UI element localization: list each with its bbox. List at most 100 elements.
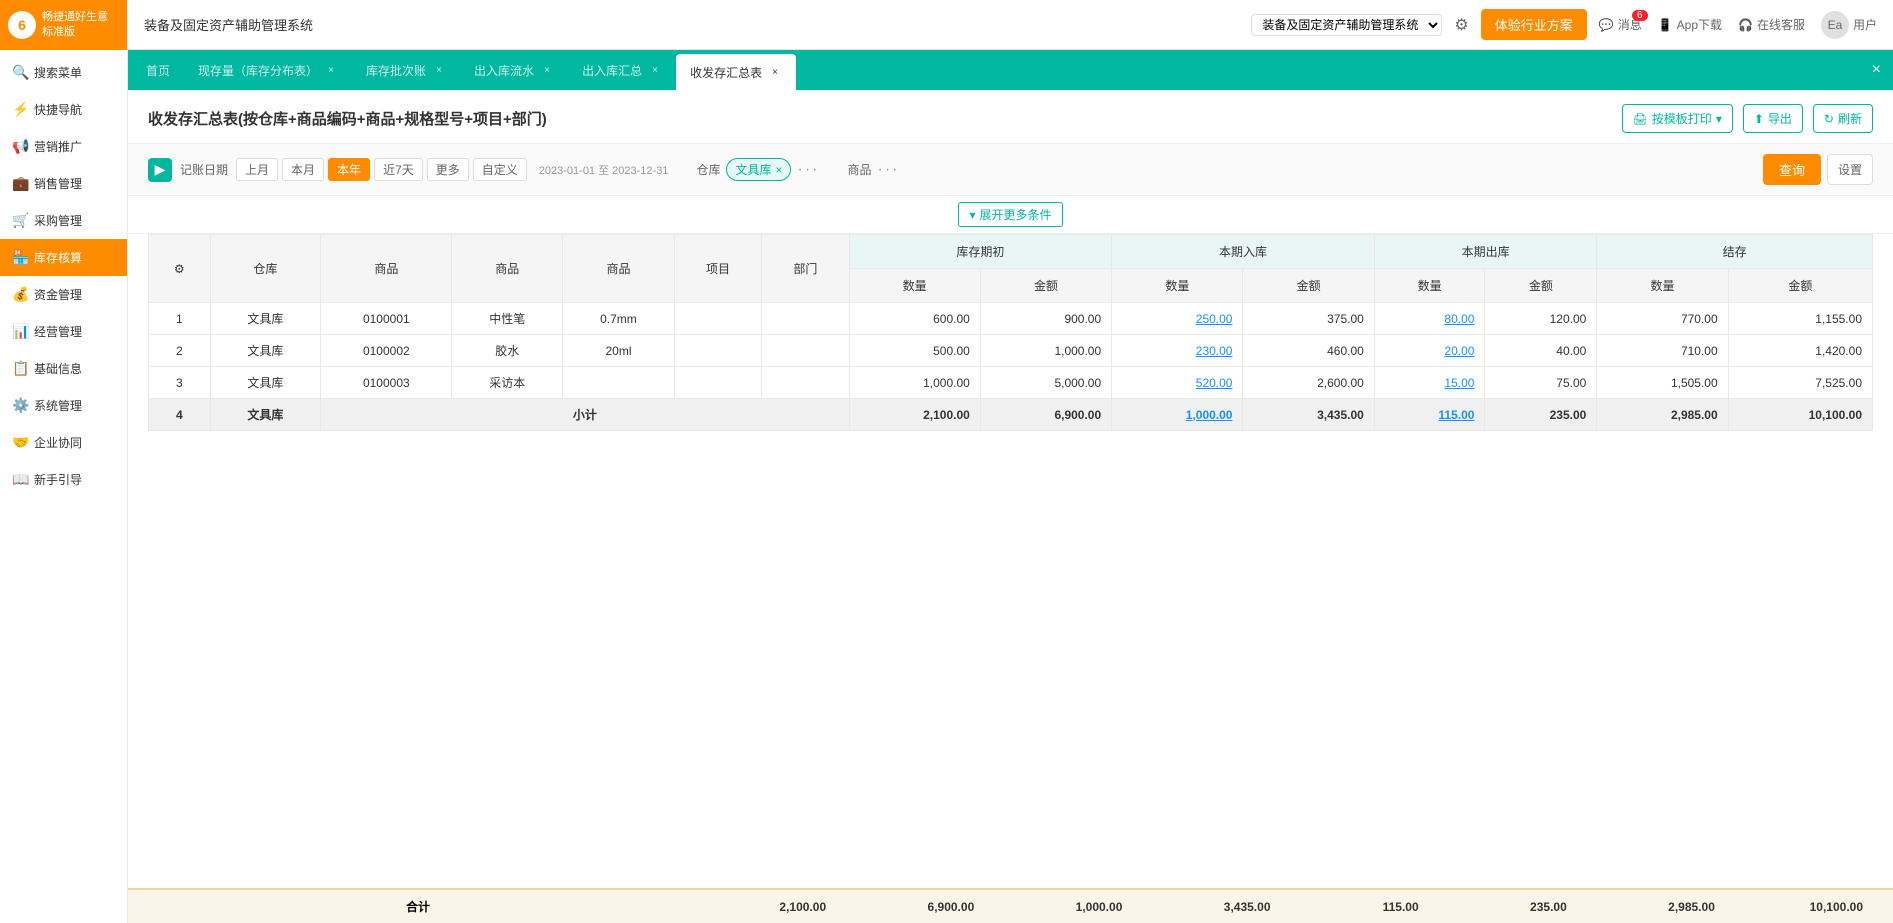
- cell-in-qty[interactable]: 250.00: [1112, 303, 1243, 335]
- date-btn-more[interactable]: 更多: [427, 158, 469, 181]
- tabbar-close-btn[interactable]: ×: [1864, 61, 1889, 79]
- date-btn-cur[interactable]: 本月: [282, 158, 324, 181]
- tabbar: 首页现存量（库存分布表）×库存批次账×出入库流水×出入库汇总×收发存汇总表××: [128, 50, 1893, 90]
- filter-right-actions: 查询 设置: [1763, 154, 1873, 185]
- message-btn[interactable]: 💬 消息 6: [1599, 16, 1642, 33]
- cell-goods-name: 采访本: [452, 367, 563, 399]
- date-buttons: 上月本月本年近7天更多自定义: [236, 158, 527, 181]
- cell-out-qty[interactable]: 15.00: [1374, 367, 1485, 399]
- th-closing: 结存: [1597, 235, 1873, 269]
- cell-open-qty: 500.00: [849, 335, 980, 367]
- tab-home[interactable]: 首页: [132, 50, 184, 90]
- subtotal-in-qty[interactable]: 1,000.00: [1112, 399, 1243, 431]
- sidebar-item-basic[interactable]: 📋基础信息: [0, 350, 127, 387]
- sidebar-item-quick[interactable]: ⚡快捷导航: [0, 91, 127, 128]
- sidebar-item-operation[interactable]: 📊经营管理: [0, 313, 127, 350]
- footer-out-qty: 115.00: [1281, 900, 1429, 914]
- tab-close-flow[interactable]: ×: [540, 63, 554, 77]
- tab-close-stock[interactable]: ×: [324, 63, 338, 77]
- table-footer: 合计 2,100.00 6,900.00 1,000.00 3,435.00 1…: [128, 888, 1893, 923]
- footer-open-amt: 6,900.00: [836, 900, 984, 914]
- date-range: 2023-01-01 至 2023-12-31: [539, 162, 669, 178]
- headset-icon: 🎧: [1738, 18, 1753, 32]
- sidebar-item-label: 快捷导航: [34, 101, 82, 118]
- goods-more-btn[interactable]: ···: [877, 161, 899, 179]
- th-settings: ⚙: [149, 235, 211, 303]
- filter-settings-btn[interactable]: 设置: [1827, 154, 1873, 185]
- sidebar-item-inventory[interactable]: 🏪库存核算: [0, 239, 127, 276]
- date-btn-last[interactable]: 上月: [236, 158, 278, 181]
- tab-batch[interactable]: 库存批次账 ×: [352, 50, 460, 90]
- tab-label-recsum: 收发存汇总表: [690, 64, 762, 81]
- warehouse-more-btn[interactable]: ···: [797, 161, 819, 179]
- export-btn[interactable]: ⬆ 导出: [1743, 104, 1803, 133]
- sidebar-item-finance[interactable]: 💰资金管理: [0, 276, 127, 313]
- tab-stock[interactable]: 现存量（库存分布表）×: [184, 50, 352, 90]
- cell-in-amt: 460.00: [1243, 335, 1374, 367]
- tab-close-batch[interactable]: ×: [432, 63, 446, 77]
- date-btn-year[interactable]: 本年: [328, 158, 370, 181]
- tab-recsum[interactable]: 收发存汇总表 ×: [676, 54, 796, 90]
- cell-close-amt: 1,155.00: [1728, 303, 1872, 335]
- warehouse-label: 仓库: [696, 161, 720, 178]
- sales-icon: 💼: [12, 175, 28, 192]
- warehouse-tag: 文具库 ×: [726, 158, 791, 181]
- tab-summary[interactable]: 出入库汇总×: [568, 50, 676, 90]
- subtotal-no: 4: [149, 399, 211, 431]
- th-open-qty: 数量: [849, 269, 980, 303]
- print-btn[interactable]: 🖨 按模板打印 ▾: [1622, 104, 1733, 133]
- app-download-btn[interactable]: 📱 App下载: [1658, 16, 1722, 33]
- footer-open-qty: 2,100.00: [688, 900, 836, 914]
- tab-label-batch: 库存批次账: [366, 62, 426, 79]
- sidebar-item-collab[interactable]: 🤝企业协同: [0, 424, 127, 461]
- cell-in-amt: 375.00: [1243, 303, 1374, 335]
- online-service-btn[interactable]: 🎧 在线客服: [1738, 16, 1805, 33]
- th-goods-code: 商品: [321, 235, 452, 303]
- warehouse-tag-close[interactable]: ×: [775, 163, 782, 177]
- footer-close-amt: 10,100.00: [1725, 900, 1873, 914]
- system-selector[interactable]: 装备及固定资产辅助管理系统: [1251, 14, 1442, 36]
- subtotal-in-amt: 3,435.00: [1243, 399, 1374, 431]
- date-btn-7days[interactable]: 近7天: [374, 158, 423, 181]
- subtotal-close-amt: 10,100.00: [1728, 399, 1872, 431]
- cell-in-qty[interactable]: 230.00: [1112, 335, 1243, 367]
- filter-goods: 商品 ···: [847, 161, 899, 179]
- trial-btn[interactable]: 体验行业方案: [1481, 9, 1587, 40]
- cell-in-qty[interactable]: 520.00: [1112, 367, 1243, 399]
- cell-goods-code: 0100002: [321, 335, 452, 367]
- user-menu-btn[interactable]: Ea 用户: [1821, 11, 1877, 39]
- sidebar-item-guide[interactable]: 📖新手引导: [0, 461, 127, 498]
- sidebar-item-marketing[interactable]: 📢营销推广: [0, 128, 127, 165]
- th-dept: 部门: [762, 235, 849, 303]
- cell-open-qty: 1,000.00: [849, 367, 980, 399]
- purchase-icon: 🛒: [12, 212, 28, 229]
- tab-close-summary[interactable]: ×: [648, 63, 662, 77]
- topbar-system-title: 装备及固定资产辅助管理系统: [144, 15, 1239, 34]
- cell-goods-code: 0100003: [321, 367, 452, 399]
- sidebar-item-purchase[interactable]: 🛒 采购管理: [0, 202, 127, 239]
- date-btn-custom[interactable]: 自定义: [473, 158, 527, 181]
- sidebar-item-search[interactable]: 🔍搜索菜单: [0, 54, 127, 91]
- tab-flow[interactable]: 出入库流水 ×: [460, 50, 568, 90]
- sidebar-item-system[interactable]: ⚙️系统管理: [0, 387, 127, 424]
- tab-label-flow: 出入库流水: [474, 62, 534, 79]
- expand-more-btn[interactable]: ▾ 展开更多条件: [958, 202, 1062, 227]
- query-btn[interactable]: 查询: [1763, 154, 1821, 185]
- cell-dept: [762, 367, 849, 399]
- table-row: 3 文具库 0100003 采访本 1,000.00 5,000.00 520.…: [149, 367, 1873, 399]
- cell-goods-spec: 20ml: [563, 335, 675, 367]
- cell-open-amt: 900.00: [980, 303, 1111, 335]
- filter-toggle-btn[interactable]: ▶: [148, 158, 172, 182]
- topbar-right: 💬 消息 6 📱 App下载 🎧 在线客服 Ea 用户: [1599, 11, 1877, 39]
- cell-warehouse: 文具库: [210, 335, 321, 367]
- settings-icon[interactable]: ⚙: [1454, 15, 1468, 35]
- cell-out-qty[interactable]: 80.00: [1374, 303, 1485, 335]
- cell-out-qty[interactable]: 20.00: [1374, 335, 1485, 367]
- subtotal-out-qty[interactable]: 115.00: [1374, 399, 1485, 431]
- sidebar-item-label: 采购管理: [34, 212, 82, 229]
- tab-close-recsum[interactable]: ×: [768, 65, 782, 79]
- footer-total-label: 合计: [148, 898, 688, 915]
- refresh-btn[interactable]: ↻ 刷新: [1813, 104, 1873, 133]
- cell-close-qty: 770.00: [1597, 303, 1728, 335]
- sidebar-item-sales[interactable]: 💼销售管理: [0, 165, 127, 202]
